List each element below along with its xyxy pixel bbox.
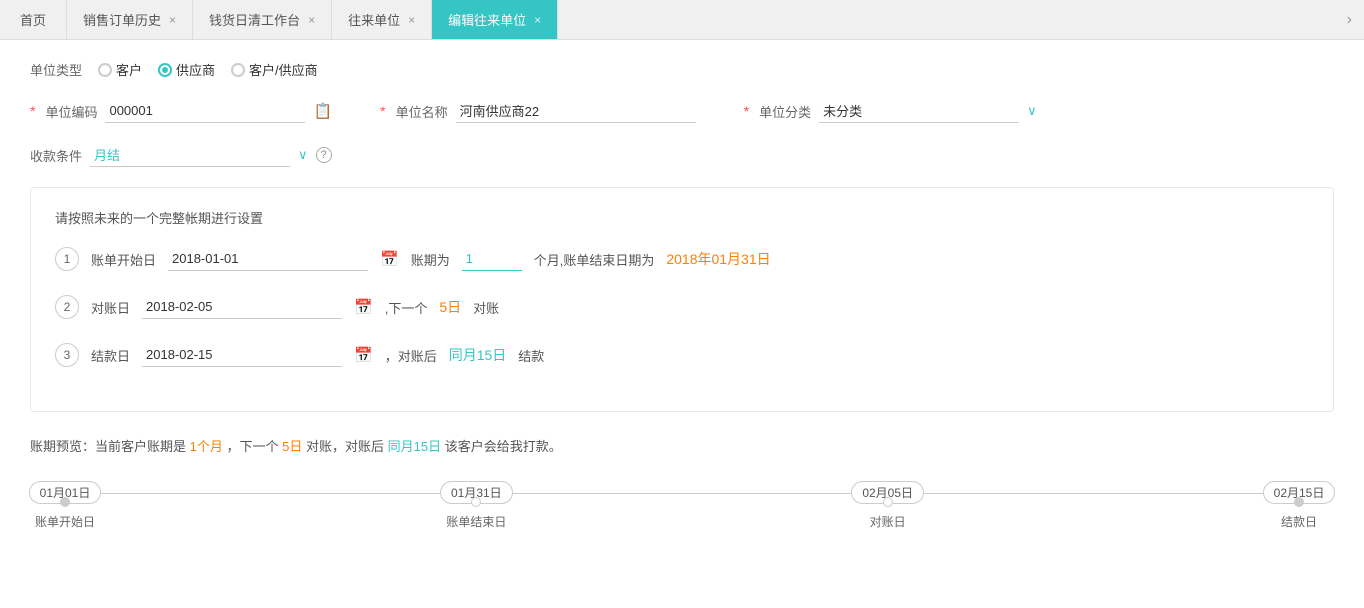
tab-close-sales[interactable]: × xyxy=(169,13,176,27)
unit-code-group: * 单位编码 📋 xyxy=(30,99,332,123)
unit-type-label: 单位类型 xyxy=(30,60,82,79)
step-2-row: 2 对账日 📅 ,下一个 5日 对账 xyxy=(55,295,1309,319)
tab-close-edit-partner[interactable]: × xyxy=(534,13,541,27)
timeline-nodes: 01月01日 账单开始日 01月31日 账单结束日 02月05日 对账日 02月… xyxy=(30,489,1334,507)
timeline-label-1: 账单开始日 xyxy=(35,513,95,530)
step-2-date-input[interactable] xyxy=(142,295,342,319)
unit-category-input[interactable] xyxy=(819,99,1019,123)
unit-code-label: 单位编码 xyxy=(45,102,97,121)
preview-part3: 同月15日 xyxy=(388,439,441,454)
preview-end: 该客户会给我打款。 xyxy=(445,439,562,454)
unit-name-group: * 单位名称 xyxy=(380,99,695,123)
unit-category-group: * 单位分类 ∨ xyxy=(744,99,1037,123)
step-1-date-input[interactable] xyxy=(168,247,368,271)
payment-terms-dropdown-icon[interactable]: ∨ xyxy=(298,147,308,163)
step-1-mid-text: 账期为 xyxy=(411,250,450,269)
unit-info-row: * 单位编码 📋 * 单位名称 * 单位分类 ∨ xyxy=(30,99,1334,123)
step-1-num: 1 xyxy=(55,247,79,271)
section-instruction: 请按照未来的一个完整帐期进行设置 xyxy=(55,208,1309,227)
step-3-label: 结款日 xyxy=(91,346,130,365)
step-3-prefix: ，对账后 xyxy=(385,346,437,365)
step-3-calendar-icon[interactable]: 📅 xyxy=(354,346,373,364)
preview-section: 账期预览：当前客户账期是 1个月 ，下一个 5日 对账，对账后 同月15日 该客… xyxy=(30,422,1334,537)
tab-bar: 首页 销售订单历史 × 钱货日清工作台 × 往来单位 × 编辑往来单位 × › xyxy=(0,0,1364,40)
step-3-highlight: 同月15日 xyxy=(449,345,507,365)
tab-cashflow-workbench[interactable]: 钱货日清工作台 × xyxy=(193,0,332,39)
step-1-calendar-icon[interactable]: 📅 xyxy=(380,250,399,268)
radio-circle-supplier xyxy=(158,63,172,77)
timeline-dot-2 xyxy=(471,497,481,507)
unit-code-icon[interactable]: 📋 xyxy=(313,102,332,120)
unit-name-label: 单位名称 xyxy=(396,102,448,121)
timeline: 01月01日 账单开始日 01月31日 账单结束日 02月05日 对账日 02月… xyxy=(30,479,1334,537)
step-3-num: 3 xyxy=(55,343,79,367)
timeline-node-1: 01月01日 账单开始日 xyxy=(30,489,70,507)
radio-customer[interactable]: 客户 xyxy=(98,60,142,79)
step-1-period-input[interactable] xyxy=(462,247,522,271)
tab-close-cashflow[interactable]: × xyxy=(308,13,315,27)
radio-supplier[interactable]: 供应商 xyxy=(158,60,215,79)
step-1-suffix: 个月,账单结束日期为 xyxy=(534,250,655,269)
unit-code-input[interactable] xyxy=(105,99,305,123)
radio-circle-both xyxy=(231,63,245,77)
preview-mid1: ，下一个 xyxy=(227,439,279,454)
preview-text: 账期预览：当前客户账期是 1个月 ，下一个 5日 对账，对账后 同月15日 该客… xyxy=(30,436,1334,455)
step-3-suffix: 结款 xyxy=(518,346,544,365)
timeline-dot-3 xyxy=(883,497,893,507)
step-2-calendar-icon[interactable]: 📅 xyxy=(354,298,373,316)
step-2-num: 2 xyxy=(55,295,79,319)
step-2-highlight: 5日 xyxy=(439,297,461,317)
timeline-dot-1 xyxy=(60,497,70,507)
period-settings-box: 请按照未来的一个完整帐期进行设置 1 账单开始日 📅 账期为 个月,账单结束日期… xyxy=(30,187,1334,412)
tab-home[interactable]: 首页 xyxy=(0,0,67,39)
tab-edit-partner-unit[interactable]: 编辑往来单位 × xyxy=(432,0,558,39)
preview-mid2: 对账，对账后 xyxy=(306,439,384,454)
payment-terms-input[interactable] xyxy=(90,143,290,167)
tab-close-partner[interactable]: × xyxy=(408,13,415,27)
timeline-node-4: 02月15日 结款日 xyxy=(1294,489,1334,507)
step-2-label: 对账日 xyxy=(91,298,130,317)
payment-terms-row: 收款条件 ∨ ? xyxy=(30,143,1334,167)
tab-sales-order-history[interactable]: 销售订单历史 × xyxy=(67,0,193,39)
step-2-suffix: 对账 xyxy=(473,298,499,317)
step-3-date-input[interactable] xyxy=(142,343,342,367)
unit-type-radio-group: 客户 供应商 客户/供应商 xyxy=(98,60,318,79)
step-3-row: 3 结款日 📅 ，对账后 同月15日 结款 xyxy=(55,343,1309,367)
main-content: 单位类型 客户 供应商 客户/供应商 * 单位编码 📋 * 单位名称 xyxy=(0,40,1364,608)
timeline-node-2: 01月31日 账单结束日 xyxy=(471,489,481,507)
radio-both[interactable]: 客户/供应商 xyxy=(231,60,318,79)
step-1-row: 1 账单开始日 📅 账期为 个月,账单结束日期为 2018年01月31日 xyxy=(55,247,1309,271)
radio-circle-customer xyxy=(98,63,112,77)
tab-partner-unit[interactable]: 往来单位 × xyxy=(332,0,432,39)
unit-category-dropdown-icon[interactable]: ∨ xyxy=(1027,103,1037,119)
timeline-label-2: 账单结束日 xyxy=(446,513,506,530)
step-1-highlight: 2018年01月31日 xyxy=(666,249,770,269)
timeline-label-4: 结款日 xyxy=(1281,513,1317,530)
timeline-label-3: 对账日 xyxy=(870,513,906,530)
timeline-dot-4 xyxy=(1294,497,1304,507)
preview-part2: 5日 xyxy=(282,439,302,454)
timeline-node-3: 02月05日 对账日 xyxy=(883,489,893,507)
unit-type-row: 单位类型 客户 供应商 客户/供应商 xyxy=(30,60,1334,79)
tab-expand-button[interactable]: › xyxy=(1335,11,1364,29)
preview-part1: 1个月 xyxy=(190,439,223,454)
help-icon[interactable]: ? xyxy=(316,147,332,163)
unit-name-input[interactable] xyxy=(456,99,696,123)
payment-terms-label: 收款条件 xyxy=(30,146,82,165)
step-1-label: 账单开始日 xyxy=(91,250,156,269)
step-2-prefix: ,下一个 xyxy=(385,298,428,317)
preview-label: 账期预览：当前客户账期是 xyxy=(30,439,186,454)
unit-category-label: 单位分类 xyxy=(759,102,811,121)
